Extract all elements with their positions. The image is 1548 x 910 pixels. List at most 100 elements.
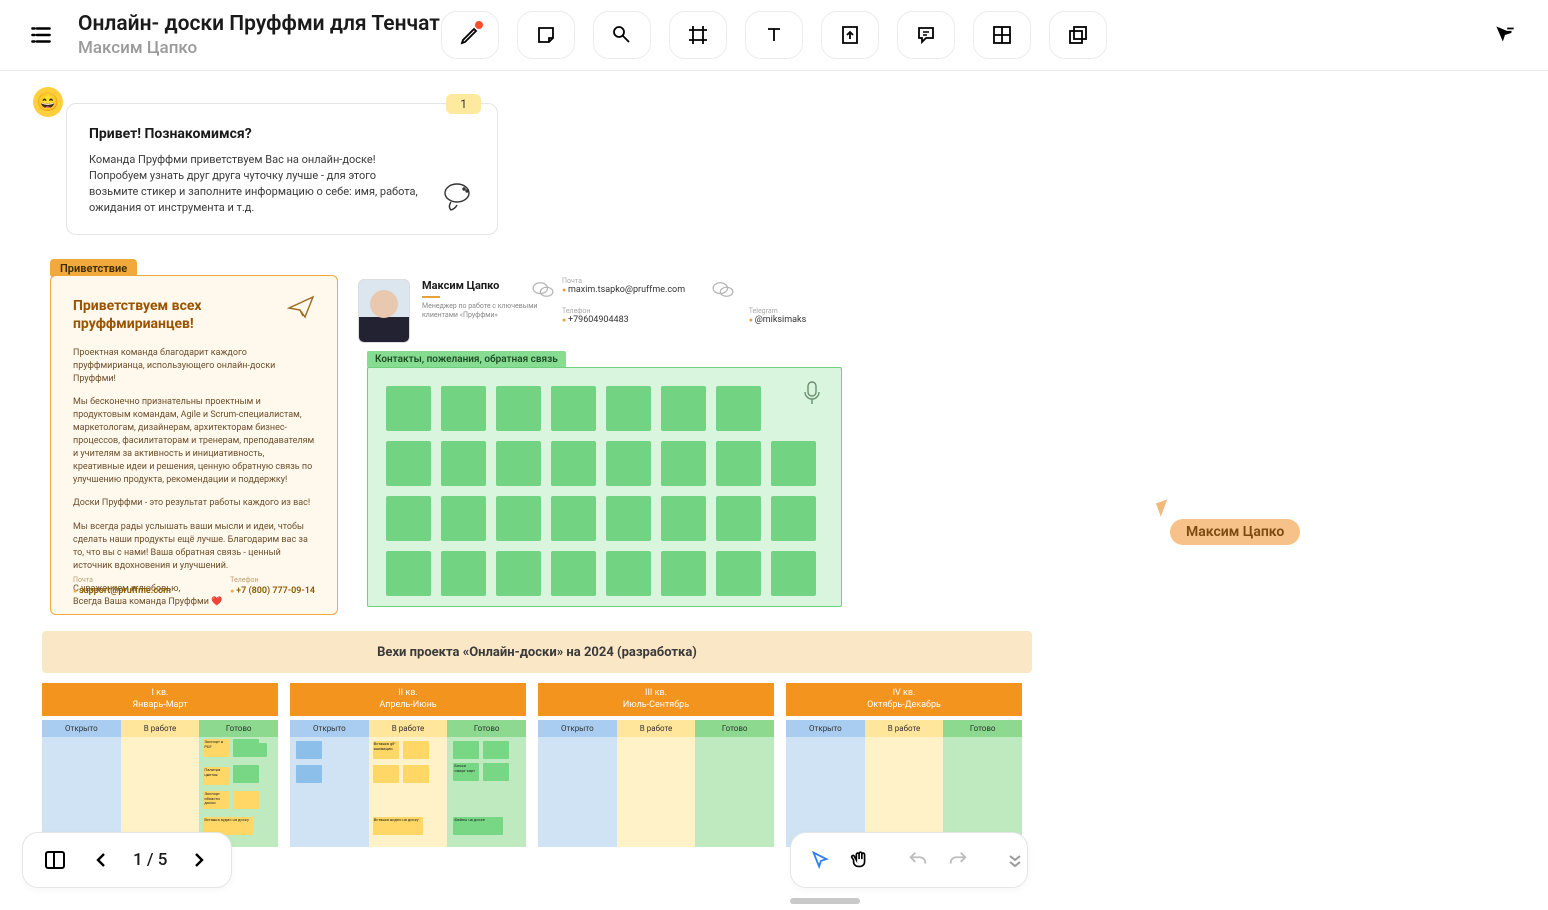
text-tool[interactable] [745, 11, 803, 59]
shape-icon [610, 23, 634, 47]
welcome-email-label: Почта [73, 576, 171, 584]
quarter-column[interactable]: I кв.Январь-Март Открыто В работе Готово… [42, 683, 278, 847]
sticky-note[interactable] [661, 551, 706, 596]
quarter-header: IV кв.Октябрь-Декабрь [786, 683, 1022, 716]
undo-icon [907, 849, 929, 871]
milestones-quarters: I кв.Январь-Март Открыто В работе Готово… [42, 683, 1022, 847]
sticky-note[interactable] [606, 386, 651, 431]
select-mode-button[interactable] [809, 845, 831, 875]
main-toolbar [441, 11, 1107, 59]
sticky-note[interactable] [441, 496, 486, 541]
sticky-note[interactable] [716, 551, 761, 596]
sticky-note[interactable] [496, 386, 541, 431]
status-open: Открыто [786, 720, 865, 737]
copy-icon [1066, 23, 1090, 47]
menu-button[interactable] [22, 16, 60, 54]
welcome-email: support@pruffme.com [73, 586, 171, 596]
frames-panel-button[interactable] [41, 846, 69, 874]
profile-telegram: @miksimaks [749, 315, 807, 325]
frame-tool[interactable] [669, 11, 727, 59]
sticky-note[interactable] [606, 551, 651, 596]
hand-mode-button[interactable] [849, 845, 871, 875]
upload-icon [838, 23, 862, 47]
templates-tool[interactable] [1049, 11, 1107, 59]
chat-hand-icon [443, 182, 477, 216]
profile-email-label: Почта [562, 277, 685, 285]
profile-block: Максим Цапко Менеджер по работе с ключев… [358, 279, 552, 343]
sticky-note[interactable] [496, 496, 541, 541]
microphone-icon [801, 380, 823, 410]
collapse-button[interactable] [1005, 845, 1025, 875]
sticky-note[interactable] [386, 496, 431, 541]
sticky-note[interactable] [716, 496, 761, 541]
chevron-right-icon [189, 850, 209, 870]
shape-tool[interactable] [593, 11, 651, 59]
quarter-column[interactable]: IV кв.Октябрь-Декабрь Открыто В работе Г… [786, 683, 1022, 847]
quarter-status-row: Открыто В работе Готово [538, 720, 774, 737]
panel-icon [43, 848, 67, 872]
sticky-note[interactable] [771, 441, 816, 486]
welcome-p4: Мы всегда рады услышать ваши мысли и иде… [73, 521, 315, 573]
table-icon [990, 23, 1014, 47]
sticky-note[interactable] [441, 441, 486, 486]
sticky-note[interactable] [661, 386, 706, 431]
quarter-status-row: Открыто В работе Готово [290, 720, 526, 737]
sticky-note[interactable] [771, 551, 816, 596]
sticky-note[interactable] [386, 441, 431, 486]
horizontal-scrollbar[interactable] [790, 898, 860, 904]
quarter-header: II кв.Апрель-Июнь [290, 683, 526, 716]
status-open: Открыто [42, 720, 121, 737]
status-work: В работе [865, 720, 944, 737]
cursor-play-icon [1492, 22, 1518, 48]
next-page-button[interactable] [185, 846, 213, 874]
redo-icon [947, 849, 969, 871]
sticky-note[interactable] [441, 551, 486, 596]
sticky-note[interactable] [551, 496, 596, 541]
sticky-note[interactable] [551, 386, 596, 431]
feedback-frame[interactable] [367, 367, 842, 607]
sticky-note[interactable] [386, 551, 431, 596]
intro-card[interactable]: 1 Привет! Познакомимся? Команда Пруффми … [66, 103, 498, 235]
paper-plane-icon [287, 294, 317, 324]
sticky-note[interactable] [716, 386, 761, 431]
sticky-note[interactable] [441, 386, 486, 431]
status-work: В работе [121, 720, 200, 737]
welcome-footer: Почта support@pruffme.com Телефон +7 (80… [73, 576, 315, 596]
table-tool[interactable] [973, 11, 1031, 59]
milestones-title: Вехи проекта «Онлайн-доски» на 2024 (раз… [42, 631, 1032, 673]
sticky-note-tool[interactable] [517, 11, 575, 59]
list-icon [28, 22, 54, 48]
title-block: Онлайн- доски Пруффми для Тенчат Максим … [78, 12, 440, 57]
sticky-note[interactable] [606, 496, 651, 541]
comment-tool[interactable] [897, 11, 955, 59]
sticky-note[interactable] [386, 386, 431, 431]
prev-page-button[interactable] [87, 846, 115, 874]
presentation-button[interactable] [1492, 22, 1518, 52]
sticky-note[interactable] [716, 441, 761, 486]
board-canvas[interactable]: 😄 1 Привет! Познакомимся? Команда Пруффм… [0, 71, 1548, 910]
sticky-note[interactable] [551, 441, 596, 486]
quarter-column[interactable]: III кв.Июль-Сентябрь Открыто В работе Го… [538, 683, 774, 847]
board-author: Максим Цапко [78, 38, 440, 58]
remote-cursor: Максим Цапко [1158, 501, 1300, 545]
status-done: Готово [447, 720, 526, 737]
welcome-p2: Мы бесконечно признательны проектным и п… [73, 396, 315, 487]
pen-tool[interactable] [441, 11, 499, 59]
sticky-note[interactable] [496, 441, 541, 486]
upload-tool[interactable] [821, 11, 879, 59]
sticky-note[interactable] [771, 496, 816, 541]
sticky-note[interactable] [661, 441, 706, 486]
sticky-row [386, 441, 823, 486]
redo-button[interactable] [947, 845, 969, 875]
undo-button[interactable] [907, 845, 929, 875]
status-done: Готово [943, 720, 1022, 737]
welcome-card[interactable]: Приветствуем всех пруффмирианцев! Проект… [50, 275, 338, 615]
status-done: Готово [695, 720, 774, 737]
pointer-icon [809, 849, 831, 871]
hand-icon [849, 849, 871, 871]
sticky-note[interactable] [551, 551, 596, 596]
quarter-column[interactable]: II кв.Апрель-Июнь Открыто В работе Готов… [290, 683, 526, 847]
sticky-note[interactable] [661, 496, 706, 541]
sticky-note[interactable] [606, 441, 651, 486]
sticky-note[interactable] [496, 551, 541, 596]
